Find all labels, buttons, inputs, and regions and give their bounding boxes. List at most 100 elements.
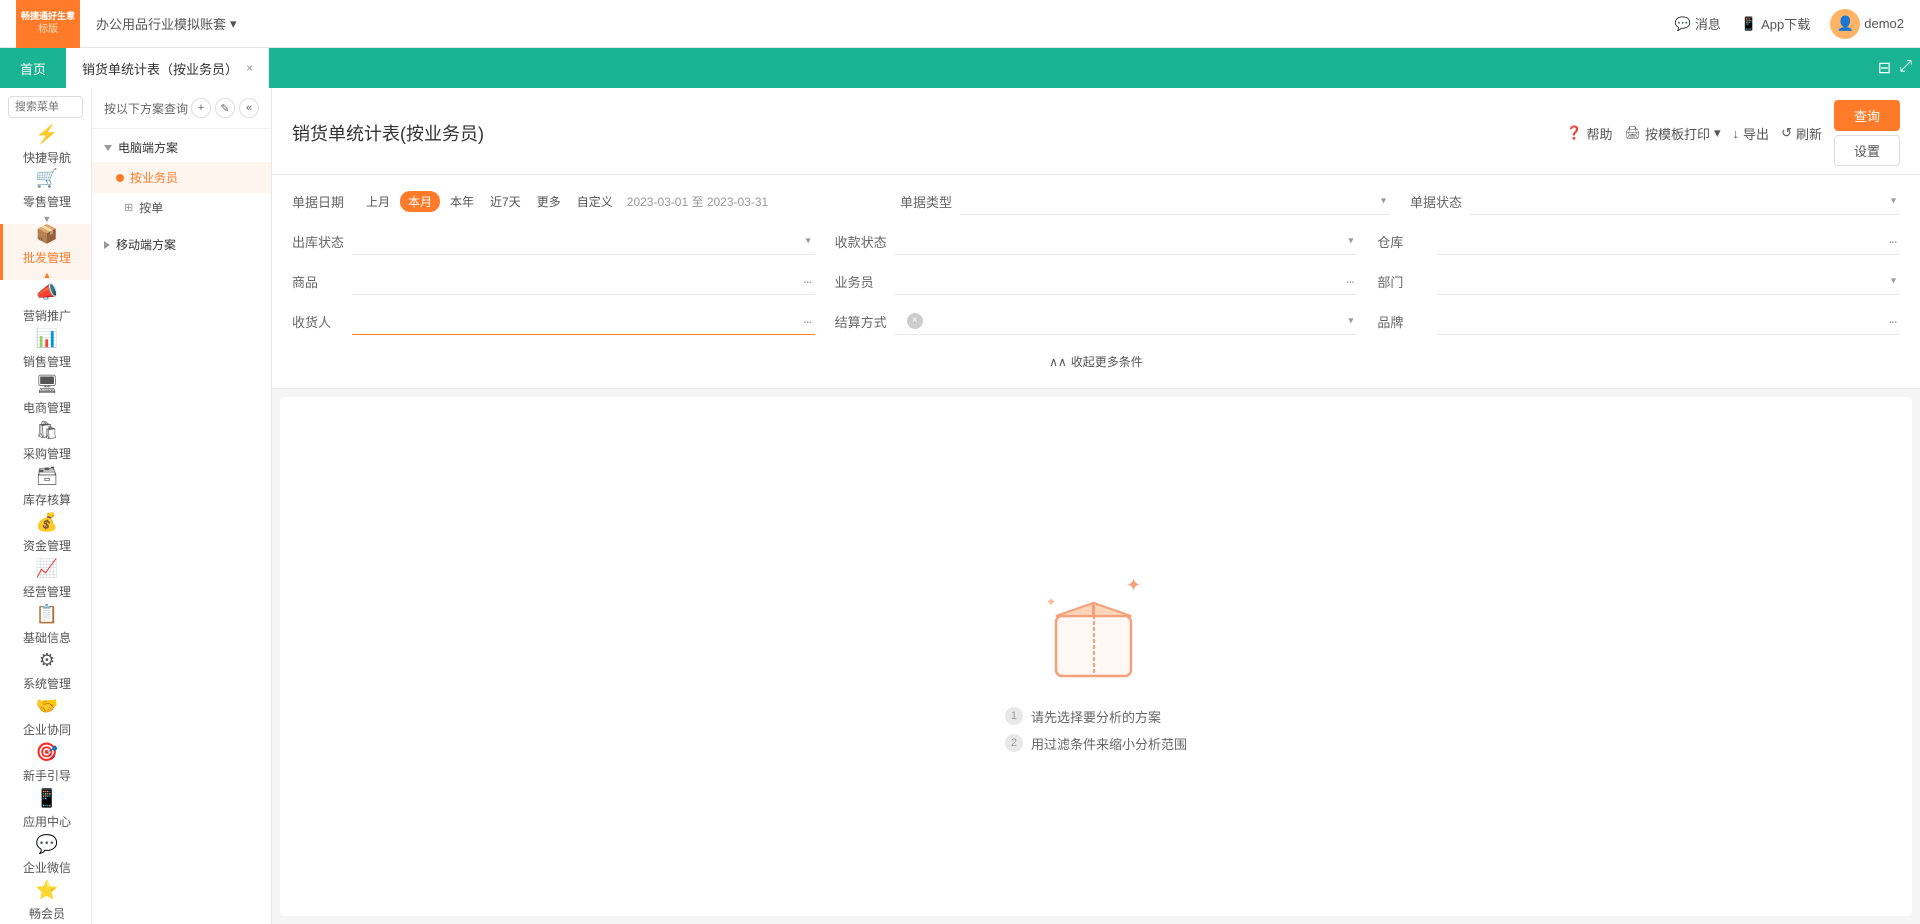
tab-close-icon[interactable]: × xyxy=(246,61,253,75)
tab-home[interactable]: 首页 xyxy=(0,48,66,88)
goods-control[interactable]: ··· xyxy=(352,267,815,295)
finance-icon: 💰 xyxy=(36,512,58,533)
export-btn[interactable]: ↓ 导出 xyxy=(1733,124,1770,143)
marketing-icon: 📣 xyxy=(36,282,58,303)
sidebar-item-wechat[interactable]: 💬 企业微信 xyxy=(0,832,91,878)
filter-doc-type: 单据类型 ▾ xyxy=(900,187,1390,215)
sidebar-item-apps[interactable]: 📱 应用中心 xyxy=(0,786,91,832)
refresh-label: 刷新 xyxy=(1796,124,1822,143)
app-download-action[interactable]: 📱 App下载 xyxy=(1741,14,1810,33)
payment-status-label: 收款状态 xyxy=(835,232,895,251)
refresh-btn[interactable]: ↺ 刷新 xyxy=(1781,124,1822,143)
sidebar-item-newbie[interactable]: 🎯 新手引导 xyxy=(0,740,91,786)
page-title: 销货单统计表(按业务员) xyxy=(292,120,484,146)
settings-button[interactable]: 设置 xyxy=(1834,135,1900,166)
sidebar-item-enterprise[interactable]: 🤝 企业协同 xyxy=(0,694,91,740)
filter-salesperson: 业务员 ··· xyxy=(835,267,1358,295)
salesperson-control[interactable]: ··· xyxy=(895,267,1358,295)
settlement-control[interactable]: × ▾ xyxy=(895,307,1358,335)
apps-icon: 📱 xyxy=(36,788,58,809)
empty-state: ✦ ✦ 1 请先选择要分析的方案 2 用过滤条件来缩小分析范围 xyxy=(280,397,1912,916)
brand-control[interactable]: ··· xyxy=(1437,307,1900,335)
minimize-icon[interactable]: ⊟ xyxy=(1878,58,1891,78)
dots-icon: ··· xyxy=(1888,313,1896,329)
filter-brand: 品牌 ··· xyxy=(1377,307,1900,335)
doc-status-control[interactable]: ▾ xyxy=(1470,187,1900,215)
desktop-group-header[interactable]: 电脑端方案 xyxy=(92,133,271,162)
tab-active[interactable]: 销货单统计表（按业务员） × xyxy=(66,48,269,88)
sidebar-item-sales[interactable]: 📊 销售管理 xyxy=(0,326,91,372)
date-label: 单据日期 xyxy=(292,192,352,211)
page-header-actions: ❓ 帮助 🖨 按模板打印 ▾ ↓ 导出 ↺ 刷新 xyxy=(1566,100,1900,166)
sidebar-item-inventory[interactable]: 🗃 库存核算 xyxy=(0,464,91,510)
sidebar-item-basic[interactable]: 📋 基础信息 xyxy=(0,602,91,648)
date-filter-controls: 上月 本月 本年 近7天 更多 自定义 2023-03-01 至 2023-03… xyxy=(352,191,768,212)
wechat-icon: 💬 xyxy=(36,834,58,855)
sidebar-item-retail[interactable]: 🛒 零售管理 ▼ xyxy=(0,168,91,224)
filter-area: 单据日期 上月 本月 本年 近7天 更多 自定义 2023-03-01 至 20… xyxy=(272,175,1920,389)
scheme-panel: 按以下方案查询 + ✎ « 电脑端方案 按业务员 ⊞ 按单 xyxy=(92,88,272,924)
custom-btn[interactable]: 自定义 xyxy=(571,191,619,212)
scheme-item-salesperson[interactable]: 按业务员 xyxy=(92,162,271,193)
search-input[interactable] xyxy=(8,96,83,118)
more-btn[interactable]: 更多 xyxy=(531,191,567,212)
sidebar-item-system[interactable]: ⚙ 系统管理 xyxy=(0,648,91,694)
cur-month-btn[interactable]: 本月 xyxy=(400,191,440,212)
sidebar-item-wholesale[interactable]: 📦 批发管理 ▲ xyxy=(0,224,91,280)
maximize-icon[interactable]: ⤢ xyxy=(1899,58,1912,78)
payment-status-control[interactable]: ▾ xyxy=(895,227,1358,255)
dropdown-arrow-icon: ▾ xyxy=(1891,195,1896,206)
app-selector[interactable]: 办公用品行业模拟账套 ▾ xyxy=(88,10,245,37)
logo: 畅捷通好生意 标版 xyxy=(16,0,80,48)
message-label: 消息 xyxy=(1695,14,1721,33)
print-icon: 🖨 xyxy=(1624,125,1641,141)
desktop-group-label: 电脑端方案 xyxy=(118,139,178,156)
sidebar-item-quick[interactable]: ⚡ 快捷导航 xyxy=(0,122,91,168)
stock-status-control[interactable]: ▾ xyxy=(352,227,815,255)
user-profile[interactable]: 👤 demo2 xyxy=(1830,9,1904,39)
sidebar-item-member[interactable]: ⭐ 畅会员 xyxy=(0,878,91,924)
message-icon: 💬 xyxy=(1675,16,1691,32)
help-btn[interactable]: ❓ 帮助 xyxy=(1566,124,1612,143)
basic-icon: 📋 xyxy=(36,604,58,625)
export-label: 导出 xyxy=(1743,124,1769,143)
topbar: 畅捷通好生意 标版 办公用品行业模拟账套 ▾ 💬 消息 📱 App下载 👤 de… xyxy=(0,0,1920,48)
tab-expand-actions: ⊟ ⤢ xyxy=(1878,58,1912,78)
clear-settlement-btn[interactable]: × xyxy=(907,313,923,329)
dots-icon: ··· xyxy=(803,273,811,289)
sidebar-item-operation[interactable]: 📈 经营管理 xyxy=(0,556,91,602)
sidebar-item-ecommerce[interactable]: 🖥 电商管理 xyxy=(0,372,91,418)
sidebar-item-purchase[interactable]: 🛍 采购管理 xyxy=(0,418,91,464)
sidebar-item-label: 系统管理 xyxy=(23,675,71,692)
message-action[interactable]: 💬 消息 xyxy=(1675,14,1721,33)
filter-receiver: 收货人 ··· xyxy=(292,307,815,335)
member-icon: ⭐ xyxy=(36,880,58,901)
cur-year-btn[interactable]: 本年 xyxy=(444,191,480,212)
empty-illustration: ✦ ✦ xyxy=(1031,561,1161,691)
desktop-scheme-group: 电脑端方案 按业务员 ⊞ 按单 xyxy=(92,129,271,226)
sidebar-item-marketing[interactable]: 📣 营销推广 xyxy=(0,280,91,326)
warehouse-control[interactable]: ··· xyxy=(1437,227,1900,255)
dept-control[interactable]: ▾ xyxy=(1437,267,1900,295)
newbie-icon: 🎯 xyxy=(36,742,58,763)
hint-2: 2 用过滤条件来缩小分析范围 xyxy=(1005,734,1187,753)
mobile-group-header[interactable]: 移动端方案 xyxy=(92,230,271,259)
add-scheme-btn[interactable]: + xyxy=(191,98,211,118)
edit-scheme-btn[interactable]: ✎ xyxy=(215,98,235,118)
receiver-control[interactable]: ··· xyxy=(352,307,815,335)
scheme-sub-item-order[interactable]: ⊞ 按单 xyxy=(92,193,271,222)
help-icon: ❓ xyxy=(1566,125,1582,141)
query-button[interactable]: 查询 xyxy=(1834,100,1900,131)
doc-type-control[interactable]: ▾ xyxy=(960,187,1390,215)
ecommerce-icon: 🖥 xyxy=(36,374,59,395)
collapse-conditions-btn[interactable]: ∧∧ 收起更多条件 xyxy=(1049,347,1143,376)
7days-btn[interactable]: 近7天 xyxy=(484,191,527,212)
dropdown-arrow-icon: ▾ xyxy=(230,16,237,32)
scheme-panel-title: 按以下方案查询 xyxy=(104,100,188,117)
prev-month-btn[interactable]: 上月 xyxy=(360,191,396,212)
collapse-scheme-btn[interactable]: « xyxy=(239,98,259,118)
print-btn[interactable]: 🖨 按模板打印 ▾ xyxy=(1624,124,1720,143)
logo-text: 畅捷通好生意 xyxy=(21,11,75,23)
sidebar-item-label: 营销推广 xyxy=(23,307,71,324)
sidebar-item-finance[interactable]: 💰 资金管理 xyxy=(0,510,91,556)
